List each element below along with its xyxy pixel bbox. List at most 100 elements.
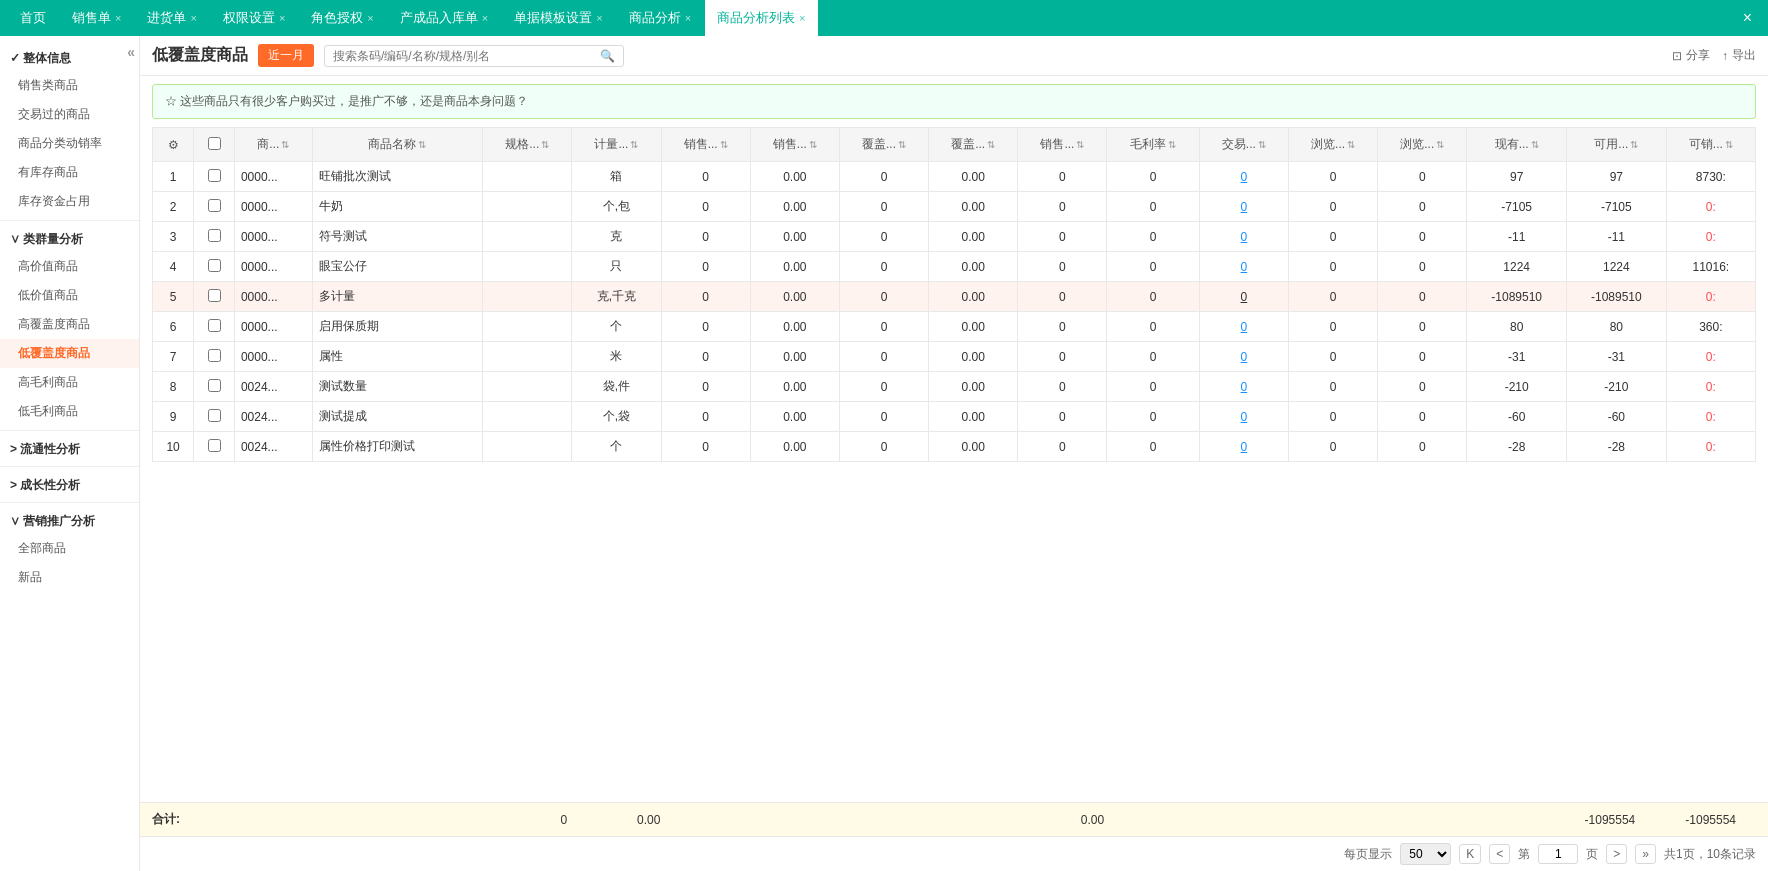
row-transaction[interactable]: 0: [1199, 192, 1288, 222]
row-transaction[interactable]: 0: [1199, 162, 1288, 192]
col-browse2[interactable]: 浏览...⇅: [1378, 128, 1467, 162]
row-transaction[interactable]: 0: [1199, 222, 1288, 252]
sidebar-collapse-icon[interactable]: «: [127, 44, 135, 60]
search-icon[interactable]: 🔍: [600, 49, 615, 63]
sidebar-item-low-margin[interactable]: 低毛利商品: [0, 397, 139, 426]
row-transaction[interactable]: 0: [1199, 252, 1288, 282]
nav-sales-close[interactable]: ×: [115, 12, 121, 24]
row-checkbox[interactable]: [194, 252, 235, 282]
row-checkbox[interactable]: [194, 402, 235, 432]
row-transaction[interactable]: 0: [1199, 402, 1288, 432]
sidebar-item-inventory-capital[interactable]: 库存资金占用: [0, 187, 139, 216]
row-transaction[interactable]: 0: [1199, 342, 1288, 372]
sidebar-group-marketing[interactable]: ∨ 营销推广分析: [0, 507, 139, 534]
sidebar-item-high-value[interactable]: 高价值商品: [0, 252, 139, 281]
col-browse1[interactable]: 浏览...⇅: [1288, 128, 1377, 162]
col-unit[interactable]: 计量...⇅: [572, 128, 661, 162]
sidebar-item-low-coverage[interactable]: 低覆盖度商品: [0, 339, 139, 368]
nav-goods-analysis-list[interactable]: 商品分析列表 ×: [705, 0, 817, 36]
nav-purchase-close[interactable]: ×: [190, 12, 196, 24]
row-checkbox[interactable]: [194, 342, 235, 372]
sidebar-item-high-margin[interactable]: 高毛利商品: [0, 368, 139, 397]
total-coverage: 0.00: [1081, 813, 1104, 827]
nav-template-settings[interactable]: 单据模板设置 ×: [502, 0, 614, 36]
row-transaction[interactable]: 0: [1199, 432, 1288, 462]
row-transaction[interactable]: 0: [1199, 282, 1288, 312]
nav-purchase[interactable]: 进货单 ×: [135, 0, 208, 36]
row-select-checkbox[interactable]: [208, 289, 221, 302]
nav-goods-analysis-close[interactable]: ×: [685, 12, 691, 24]
row-coverage1: 0: [839, 312, 928, 342]
row-select-checkbox[interactable]: [208, 409, 221, 422]
row-transaction[interactable]: 0: [1199, 372, 1288, 402]
time-filter-button[interactable]: 近一月: [258, 44, 314, 67]
col-code[interactable]: 商...⇅: [234, 128, 312, 162]
col-checkbox[interactable]: [194, 128, 235, 162]
next-page-button[interactable]: >: [1606, 844, 1627, 864]
sidebar-item-sales-goods[interactable]: 销售类商品: [0, 71, 139, 100]
last-page-button[interactable]: »: [1635, 844, 1656, 864]
sidebar-group-flow[interactable]: > 流通性分析: [0, 435, 139, 462]
sidebar-group-growth[interactable]: > 成长性分析: [0, 471, 139, 498]
col-sales-amount[interactable]: 销售...⇅: [750, 128, 839, 162]
col-available-stock[interactable]: 可用...⇅: [1567, 128, 1667, 162]
select-all-checkbox[interactable]: [208, 137, 221, 150]
nav-permission-close[interactable]: ×: [279, 12, 285, 24]
row-checkbox[interactable]: [194, 162, 235, 192]
sidebar-item-in-stock[interactable]: 有库存商品: [0, 158, 139, 187]
col-settings[interactable]: ⚙: [153, 128, 194, 162]
sidebar-group-overall[interactable]: ✓ 整体信息 «: [0, 44, 139, 71]
row-spec: [483, 372, 572, 402]
nav-template-close[interactable]: ×: [596, 12, 602, 24]
nav-finished-goods-close[interactable]: ×: [482, 12, 488, 24]
row-select-checkbox[interactable]: [208, 169, 221, 182]
nav-permission[interactable]: 权限设置 ×: [211, 0, 297, 36]
per-page-select[interactable]: 50 10 20 100: [1400, 843, 1451, 865]
nav-goods-analysis[interactable]: 商品分析 ×: [617, 0, 703, 36]
sidebar-item-low-value[interactable]: 低价值商品: [0, 281, 139, 310]
row-checkbox[interactable]: [194, 222, 235, 252]
row-checkbox[interactable]: [194, 282, 235, 312]
col-spec[interactable]: 规格...⇅: [483, 128, 572, 162]
nav-finished-goods[interactable]: 产成品入库单 ×: [388, 0, 500, 36]
sidebar-item-new-goods[interactable]: 新品: [0, 563, 139, 592]
row-select-checkbox[interactable]: [208, 319, 221, 332]
row-select-checkbox[interactable]: [208, 259, 221, 272]
share-button[interactable]: ⊡ 分享: [1672, 47, 1710, 64]
first-page-button[interactable]: K: [1459, 844, 1481, 864]
row-select-checkbox[interactable]: [208, 229, 221, 242]
row-checkbox[interactable]: [194, 192, 235, 222]
sidebar-item-traded-goods[interactable]: 交易过的商品: [0, 100, 139, 129]
col-coverage2[interactable]: 覆盖...⇅: [929, 128, 1018, 162]
col-name[interactable]: 商品名称⇅: [312, 128, 483, 162]
col-coverage1[interactable]: 覆盖...⇅: [839, 128, 928, 162]
col-gross-margin[interactable]: 毛利率⇅: [1107, 128, 1199, 162]
row-checkbox[interactable]: [194, 372, 235, 402]
nav-home[interactable]: 首页: [8, 0, 58, 36]
col-sellable[interactable]: 可销...⇅: [1666, 128, 1755, 162]
col-current-stock[interactable]: 现有...⇅: [1467, 128, 1567, 162]
row-checkbox[interactable]: [194, 432, 235, 462]
col-transaction[interactable]: 交易...⇅: [1199, 128, 1288, 162]
nav-role[interactable]: 角色授权 ×: [299, 0, 385, 36]
window-close-button[interactable]: ×: [1735, 9, 1760, 27]
row-checkbox[interactable]: [194, 312, 235, 342]
sidebar-item-high-coverage[interactable]: 高覆盖度商品: [0, 310, 139, 339]
sidebar-item-all-goods[interactable]: 全部商品: [0, 534, 139, 563]
prev-page-button[interactable]: <: [1489, 844, 1510, 864]
search-input[interactable]: [333, 49, 594, 63]
row-transaction[interactable]: 0: [1199, 312, 1288, 342]
nav-goods-analysis-list-close[interactable]: ×: [799, 12, 805, 24]
nav-role-close[interactable]: ×: [367, 12, 373, 24]
page-input[interactable]: [1538, 844, 1578, 864]
export-button[interactable]: ↑ 导出: [1722, 47, 1756, 64]
row-select-checkbox[interactable]: [208, 199, 221, 212]
col-sales-count[interactable]: 销售...⇅: [661, 128, 750, 162]
sidebar-item-category-rate[interactable]: 商品分类动销率: [0, 129, 139, 158]
row-select-checkbox[interactable]: [208, 379, 221, 392]
row-select-checkbox[interactable]: [208, 439, 221, 452]
col-sales-other[interactable]: 销售...⇅: [1018, 128, 1107, 162]
nav-sales[interactable]: 销售单 ×: [60, 0, 133, 36]
row-select-checkbox[interactable]: [208, 349, 221, 362]
sidebar-group-cluster[interactable]: ∨ 类群量分析: [0, 225, 139, 252]
